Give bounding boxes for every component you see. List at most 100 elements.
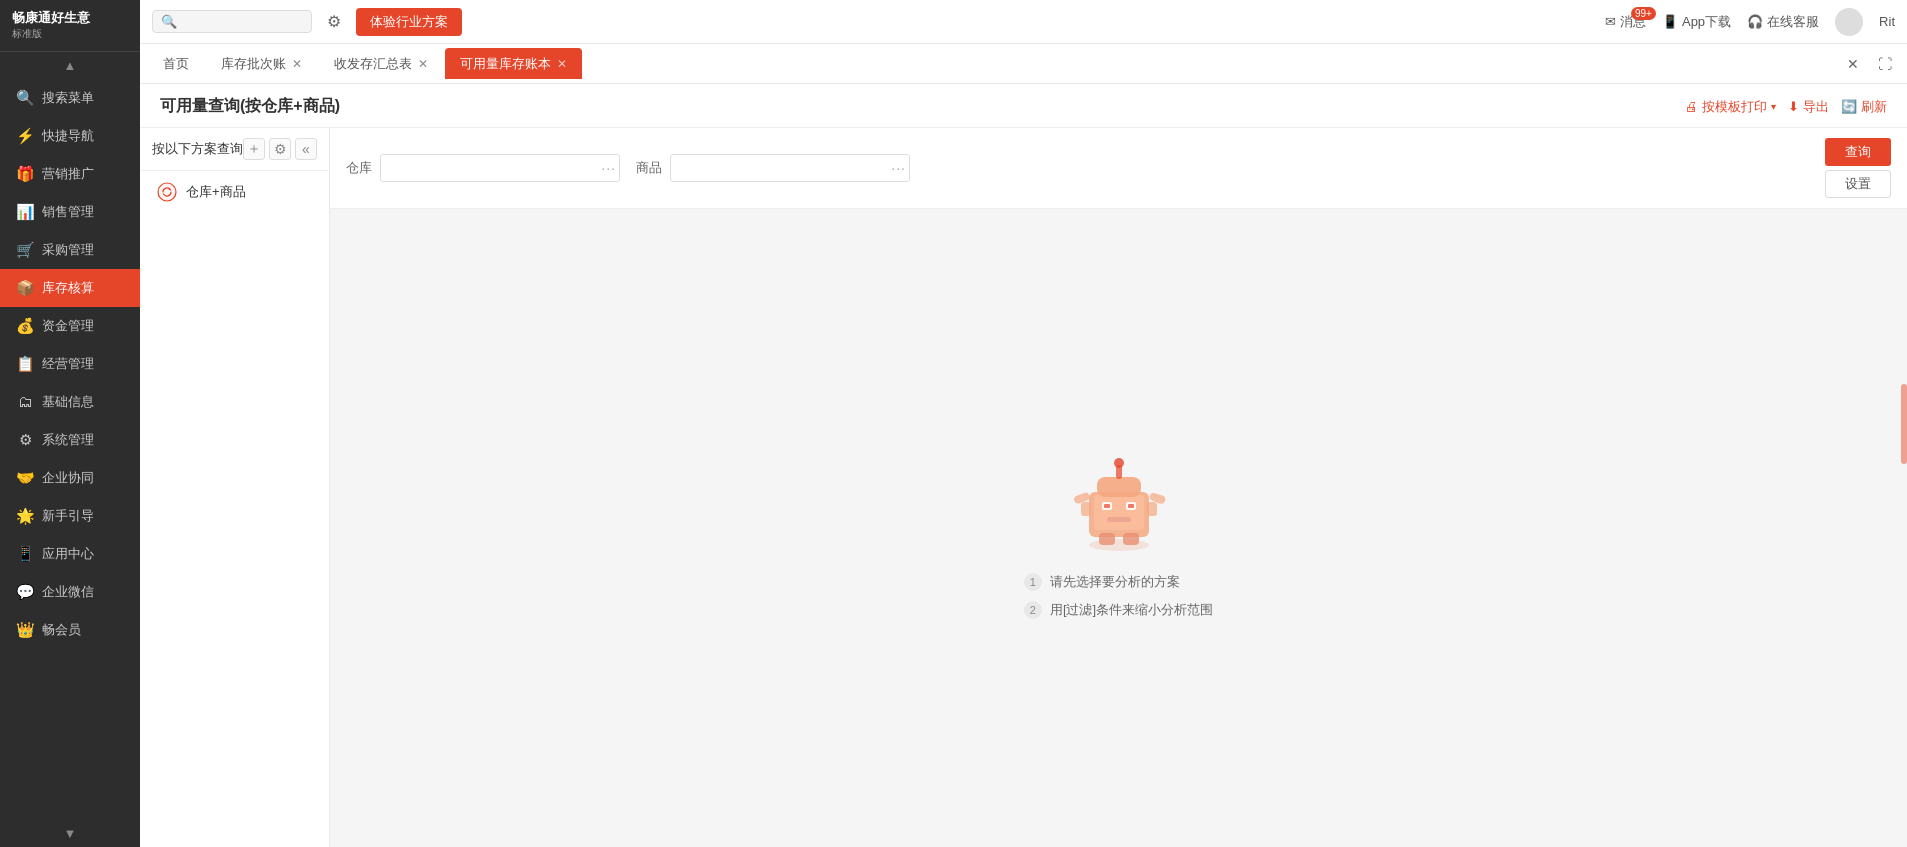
sidebar-item-vip[interactable]: 👑 畅会员	[0, 611, 140, 649]
service-btn[interactable]: 🎧 在线客服	[1747, 13, 1819, 31]
search-icon: 🔍	[16, 89, 34, 107]
sidebar-item-purchase[interactable]: 🛒 采购管理	[0, 231, 140, 269]
industry-btn[interactable]: 体验行业方案	[356, 8, 462, 36]
search-input[interactable]	[181, 15, 301, 29]
tab-close-2[interactable]: ✕	[418, 57, 428, 71]
filter-header-actions: ＋ ⚙ «	[243, 138, 317, 160]
filter-settings-btn[interactable]: ⚙	[269, 138, 291, 160]
app-download-btn[interactable]: 📱 App下载	[1662, 13, 1731, 31]
content-area: 按以下方案查询 ＋ ⚙ « 仓库+商品	[140, 128, 1907, 847]
refresh-label: 刷新	[1861, 98, 1887, 116]
product-input[interactable]	[670, 154, 910, 182]
tab-收发存汇总表[interactable]: 收发存汇总表 ✕	[319, 48, 443, 79]
sidebar-item-operation[interactable]: 📋 经营管理	[0, 345, 140, 383]
warehouse-input[interactable]	[380, 154, 620, 182]
search-box[interactable]: 🔍	[152, 10, 312, 33]
tab-首页[interactable]: 首页	[148, 48, 204, 79]
warehouse-more-icon[interactable]: ···	[601, 160, 616, 176]
tab-label-1: 库存批次账	[221, 55, 286, 73]
warehouse-label: 仓库	[346, 159, 372, 177]
filter-collapse-btn[interactable]: «	[295, 138, 317, 160]
sidebar-label-marketing: 营销推广	[42, 165, 94, 183]
svg-rect-9	[1081, 502, 1091, 516]
wechat-icon: 💬	[16, 583, 34, 601]
sidebar-item-guide[interactable]: 🌟 新手引导	[0, 497, 140, 535]
search-icon: 🔍	[161, 14, 177, 29]
tip-num-2: 2	[1024, 601, 1042, 619]
svg-rect-10	[1147, 502, 1157, 516]
svg-point-1	[1089, 539, 1149, 551]
svg-point-13	[1114, 458, 1124, 468]
svg-rect-3	[1094, 495, 1144, 530]
sidebar-item-search[interactable]: 🔍 搜索菜单	[0, 79, 140, 117]
svg-point-0	[158, 183, 176, 201]
tab-label-0: 首页	[163, 55, 189, 73]
svg-rect-11	[1097, 477, 1141, 497]
warehouse-product-icon	[156, 181, 178, 203]
product-more-icon[interactable]: ···	[891, 160, 906, 176]
appcenter-icon: 📱	[16, 545, 34, 563]
sidebar-item-enterprise[interactable]: 🤝 企业协同	[0, 459, 140, 497]
empty-state: 1 请先选择要分析的方案 2 用[过滤]条件来缩小分析范围	[330, 209, 1907, 847]
avatar	[1835, 8, 1863, 36]
print-btn[interactable]: 🖨 按模板打印 ▾	[1685, 98, 1776, 116]
svg-rect-16	[1099, 533, 1115, 545]
tab-可用量库存账本[interactable]: 可用量库存账本✕	[445, 48, 582, 79]
filter-item-warehouse-product[interactable]: 仓库+商品	[140, 171, 329, 213]
sidebar-label-vip: 畅会员	[42, 621, 81, 639]
refresh-btn[interactable]: 🔄 刷新	[1841, 98, 1887, 116]
query-btn-group: 查询 设置	[1825, 138, 1891, 198]
scroll-up-btn[interactable]: ▲	[0, 52, 140, 79]
empty-tip-2: 2 用[过滤]条件来缩小分析范围	[1024, 601, 1213, 619]
close-window-btn[interactable]: ✕	[1839, 50, 1867, 78]
add-filter-btn[interactable]: ＋	[243, 138, 265, 160]
query-bar: 仓库 ··· 商品 ··· 查询 设置	[330, 128, 1907, 209]
sidebar-label-inventory: 库存核算	[42, 279, 94, 297]
sidebar-item-basic[interactable]: 🗂 基础信息	[0, 383, 140, 421]
svg-rect-8	[1107, 517, 1131, 522]
username[interactable]: Rit	[1879, 14, 1895, 29]
tip-num-1: 1	[1024, 573, 1042, 591]
empty-tip-1: 1 请先选择要分析的方案	[1024, 573, 1213, 591]
page-actions: 🖨 按模板打印 ▾ ⬇ 导出 🔄 刷新	[1685, 98, 1887, 116]
topbar: 🔍 ⚙ 体验行业方案 ✉ 消息 99+ 📱 App下载 🎧 在线客服 Rit	[140, 0, 1907, 44]
settings-icon[interactable]: ⚙	[320, 8, 348, 36]
sales-icon: 📊	[16, 203, 34, 221]
tab-close-1[interactable]: ✕	[292, 57, 302, 71]
export-btn[interactable]: ⬇ 导出	[1788, 98, 1829, 116]
refresh-icon: 🔄	[1841, 99, 1857, 114]
sidebar-item-sales[interactable]: 📊 销售管理	[0, 193, 140, 231]
tab-库存批次账[interactable]: 库存批次账 ✕	[206, 48, 317, 79]
sidebar-label-system: 系统管理	[42, 431, 94, 449]
query-area: 仓库 ··· 商品 ··· 查询 设置	[330, 128, 1907, 847]
sidebar-label-purchase: 采购管理	[42, 241, 94, 259]
topbar-right: ✉ 消息 99+ 📱 App下载 🎧 在线客服 Rit	[1605, 8, 1895, 36]
sidebar-label-finance: 资金管理	[42, 317, 94, 335]
filter-header-label: 按以下方案查询	[152, 140, 243, 158]
svg-rect-17	[1123, 533, 1139, 545]
tabs-window-controls: ✕ ⛶	[1839, 50, 1899, 78]
tab-close-3[interactable]: ✕	[557, 57, 567, 71]
sidebar-item-inventory[interactable]: 📦 库存核算	[0, 269, 140, 307]
sidebar-item-system[interactable]: ⚙ 系统管理	[0, 421, 140, 459]
headset-icon: 🎧	[1747, 14, 1763, 29]
service-label: 在线客服	[1767, 13, 1819, 31]
sidebar-item-appcenter[interactable]: 📱 应用中心	[0, 535, 140, 573]
sidebar-item-marketing[interactable]: 🎁 营销推广	[0, 155, 140, 193]
query-button[interactable]: 查询	[1825, 138, 1891, 166]
svg-rect-6	[1104, 504, 1110, 508]
scroll-down-btn[interactable]: ▼	[0, 820, 140, 847]
settings-button[interactable]: 设置	[1825, 170, 1891, 198]
message-badge: 99+	[1631, 7, 1656, 20]
print-icon: 🖨	[1685, 99, 1698, 114]
sidebar-item-wechat[interactable]: 💬 企业微信	[0, 573, 140, 611]
message-btn[interactable]: ✉ 消息 99+	[1605, 13, 1646, 31]
sidebar-label-sales: 销售管理	[42, 203, 94, 221]
sidebar-item-quicknav[interactable]: ⚡ 快捷导航	[0, 117, 140, 155]
sidebar-label-operation: 经营管理	[42, 355, 94, 373]
sidebar-item-finance[interactable]: 💰 资金管理	[0, 307, 140, 345]
filter-header: 按以下方案查询 ＋ ⚙ «	[140, 128, 329, 171]
main-area: 🔍 ⚙ 体验行业方案 ✉ 消息 99+ 📱 App下载 🎧 在线客服 Rit	[140, 0, 1907, 847]
expand-window-btn[interactable]: ⛶	[1871, 50, 1899, 78]
tab-label-2: 收发存汇总表	[334, 55, 412, 73]
